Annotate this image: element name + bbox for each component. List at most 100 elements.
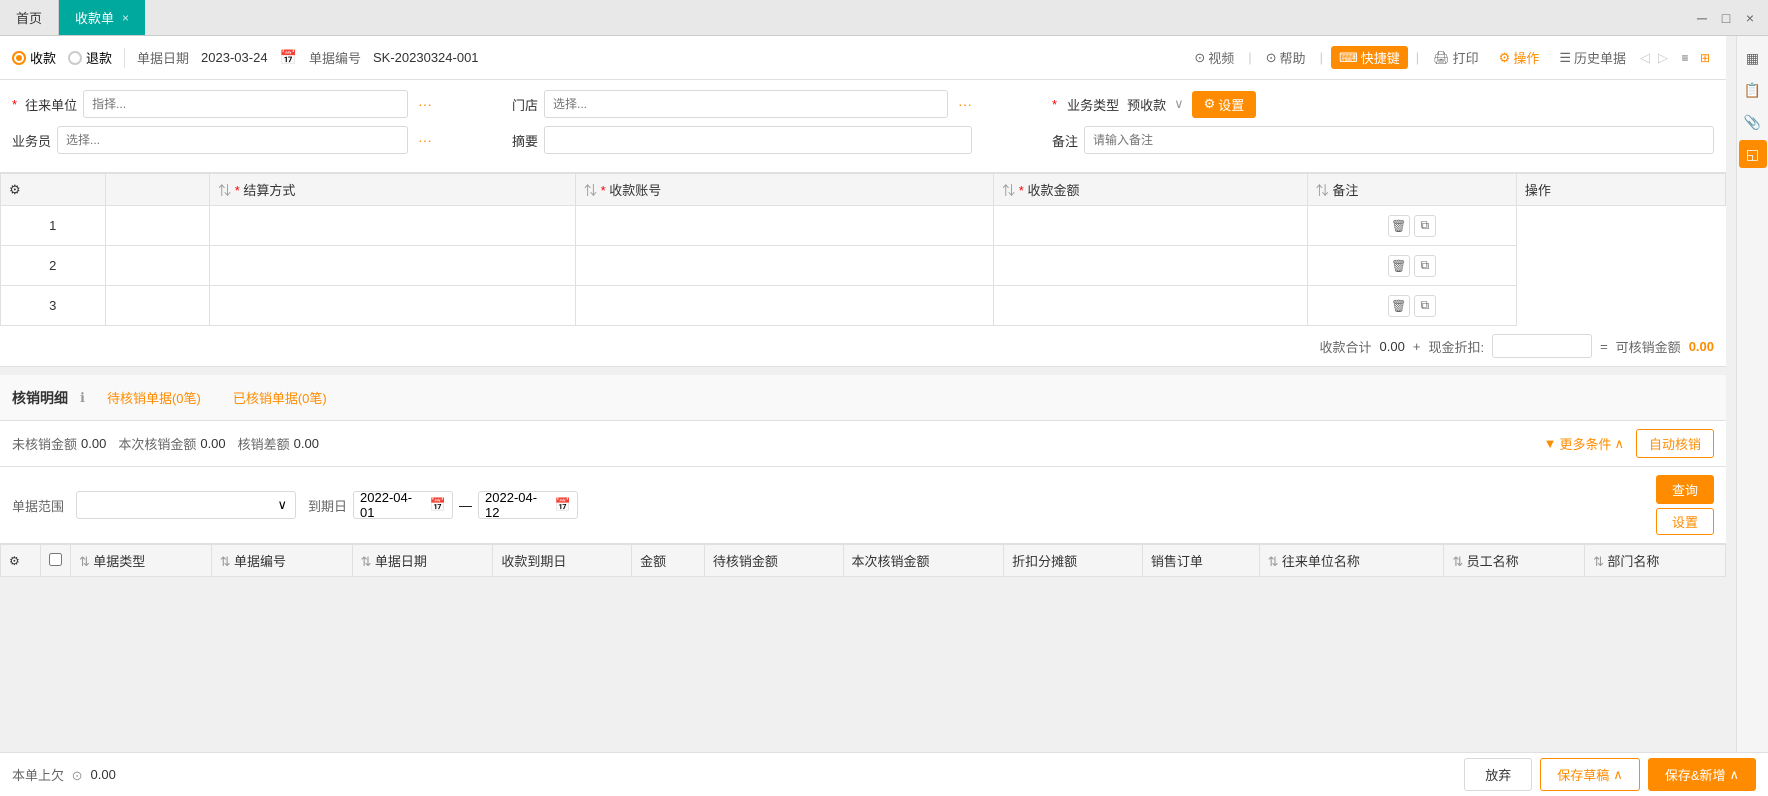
staff-input[interactable] xyxy=(57,126,408,154)
td-account-3[interactable] xyxy=(210,286,576,326)
refund-radio[interactable]: 退款 xyxy=(68,48,112,67)
tab-home[interactable]: 首页 xyxy=(0,0,59,35)
calendar-to-icon: 📅 xyxy=(555,497,571,513)
tab-receipt[interactable]: 收款单 × xyxy=(59,0,145,35)
td-account-1[interactable] xyxy=(210,206,576,246)
query-btn[interactable]: 查询 xyxy=(1656,475,1714,504)
print-btn[interactable]: 🖨 打印 xyxy=(1427,46,1485,69)
range-dropdown-icon: ∨ xyxy=(278,497,288,513)
td-settle-3[interactable] xyxy=(105,286,210,326)
history-label: 历史单据 xyxy=(1574,48,1626,67)
pending-tab[interactable]: 待核销单据(0笔) xyxy=(97,385,211,410)
diff-value: 0.00 xyxy=(294,436,319,451)
help-label: 帮助 xyxy=(1280,48,1306,67)
save-new-chevron[interactable]: ∧ xyxy=(1729,767,1739,783)
select-all-checkbox[interactable] xyxy=(49,553,62,566)
help-btn[interactable]: ⊙ 帮助 xyxy=(1260,46,1312,69)
calendar-icon[interactable]: 📅 xyxy=(280,49,297,66)
bth-date: ⇅ 单据日期 xyxy=(352,545,493,577)
auto-clear-btn[interactable]: 自动核销 xyxy=(1636,429,1714,458)
date-to-value: 2022-04-12 xyxy=(485,490,551,520)
td-account-2[interactable] xyxy=(210,246,576,286)
th-settings[interactable]: ⚙ xyxy=(1,174,106,206)
copy-icon-2[interactable]: ⧉ xyxy=(1414,255,1436,277)
td-amount-2[interactable] xyxy=(575,246,993,286)
history-btn[interactable]: ☰ 历史单据 xyxy=(1553,46,1632,69)
table-row: 3 🗑 ⧉ xyxy=(1,286,1726,326)
right-sidebar: ▦ 📋 📎 ◱ xyxy=(1736,36,1768,752)
filter-stats-row: 未核销金额 0.00 本次核销金额 0.00 核销差额 0.00 ▼ 更多条件 … xyxy=(0,421,1726,467)
save-draft-chevron[interactable]: ∧ xyxy=(1613,767,1623,783)
filter-settings-btn[interactable]: 设置 xyxy=(1656,508,1714,535)
bth-staff-sort: ⇅ xyxy=(1452,554,1463,569)
minimize-button[interactable]: ─ xyxy=(1692,8,1712,28)
abandon-btn[interactable]: 放弃 xyxy=(1464,758,1532,791)
settings-btn[interactable]: ⚙ 设置 xyxy=(1192,91,1257,118)
discount-input[interactable] xyxy=(1492,334,1592,358)
done-tab-label: 已核销单据(0笔) xyxy=(233,391,327,406)
bth-order: 销售订单 xyxy=(1142,545,1259,577)
th-settle: ⇅ * 结算方式 xyxy=(210,174,576,206)
shortcut-btn[interactable]: ⌨ 快捷键 xyxy=(1331,46,1408,69)
operation-icon: ⚙ xyxy=(1499,50,1511,66)
save-new-btn[interactable]: 保存&新增 ∧ xyxy=(1648,758,1756,791)
order-info-icon[interactable]: ⊙ xyxy=(72,768,83,783)
date-from-input[interactable]: 2022-04-01 📅 xyxy=(353,491,453,519)
maximize-button[interactable]: □ xyxy=(1716,8,1736,28)
counterpart-more-icon[interactable]: ··· xyxy=(418,96,432,112)
more-conditions-btn[interactable]: ▼ 更多条件 ∧ xyxy=(1544,434,1624,453)
dropdown-icon[interactable]: ∨ xyxy=(1174,96,1184,112)
save-draft-btn[interactable]: 保存草稿 ∧ xyxy=(1540,758,1640,791)
more-conditions-label: 更多条件 xyxy=(1559,434,1611,453)
total-label: 收款合计 xyxy=(1320,337,1372,356)
date-to-input[interactable]: 2022-04-12 📅 xyxy=(478,491,578,519)
bth-settings[interactable]: ⚙ xyxy=(1,545,41,577)
sidebar-attach-icon[interactable]: 📎 xyxy=(1739,108,1767,136)
video-btn[interactable]: ⊙ 视频 xyxy=(1188,46,1240,69)
business-required: * xyxy=(1052,97,1057,112)
td-amount-1[interactable] xyxy=(575,206,993,246)
delete-icon-1[interactable]: 🗑 xyxy=(1388,215,1410,237)
receipt-radio[interactable]: 收款 xyxy=(12,48,56,67)
list-view-icon[interactable]: ≡ xyxy=(1676,49,1694,67)
sidebar-doc-icon[interactable]: 📋 xyxy=(1739,76,1767,104)
copy-icon-1[interactable]: ⧉ xyxy=(1414,215,1436,237)
range-select[interactable]: ∨ xyxy=(76,491,296,519)
close-button[interactable]: × xyxy=(1740,8,1760,28)
sidebar-expand-icon[interactable]: ◱ xyxy=(1739,140,1767,168)
plus-label: + xyxy=(1413,339,1421,354)
operation-btn[interactable]: ⚙ 操作 xyxy=(1493,46,1546,69)
td-action-2: 🗑 ⧉ xyxy=(1307,246,1516,286)
delete-icon-2[interactable]: 🗑 xyxy=(1388,255,1410,277)
summary-field: 摘要 xyxy=(512,126,972,154)
td-remark-2[interactable] xyxy=(994,246,1308,286)
bth-date-sort: ⇅ xyxy=(361,554,372,569)
toolbar-divider-1 xyxy=(124,48,125,68)
toolbar-sep-3: | xyxy=(1416,50,1419,65)
history-icon: ☰ xyxy=(1559,50,1571,66)
filter-icon: ▼ xyxy=(1544,436,1557,451)
td-amount-3[interactable] xyxy=(575,286,993,326)
store-more-icon[interactable]: ··· xyxy=(958,96,972,112)
summary-input[interactable] xyxy=(544,126,972,154)
td-remark-1[interactable] xyxy=(994,206,1308,246)
grid-view-icon[interactable]: ⊞ xyxy=(1696,49,1714,67)
done-tab[interactable]: 已核销单据(0笔) xyxy=(223,385,337,410)
td-remark-3[interactable] xyxy=(994,286,1308,326)
section-info-icon[interactable]: ℹ xyxy=(80,390,85,406)
bth-checkbox[interactable] xyxy=(41,545,71,577)
store-input[interactable] xyxy=(544,90,948,118)
copy-icon-3[interactable]: ⧉ xyxy=(1414,295,1436,317)
remark-input[interactable] xyxy=(1084,126,1714,154)
sidebar-table-icon[interactable]: ▦ xyxy=(1739,44,1767,72)
form-area: * 往来单位 ··· 门店 ··· * 业务类型 预收款 ∨ xyxy=(0,80,1726,173)
th-account-required: * xyxy=(601,183,606,198)
td-settle-2[interactable] xyxy=(105,246,210,286)
tab-close-icon[interactable]: × xyxy=(122,11,129,25)
staff-more-icon[interactable]: ··· xyxy=(418,132,432,148)
td-settle-1[interactable] xyxy=(105,206,210,246)
counterpart-input[interactable] xyxy=(83,90,408,118)
delete-icon-3[interactable]: 🗑 xyxy=(1388,295,1410,317)
equals-label: = xyxy=(1600,339,1608,354)
view-toggle: ≡ ⊞ xyxy=(1676,49,1714,67)
